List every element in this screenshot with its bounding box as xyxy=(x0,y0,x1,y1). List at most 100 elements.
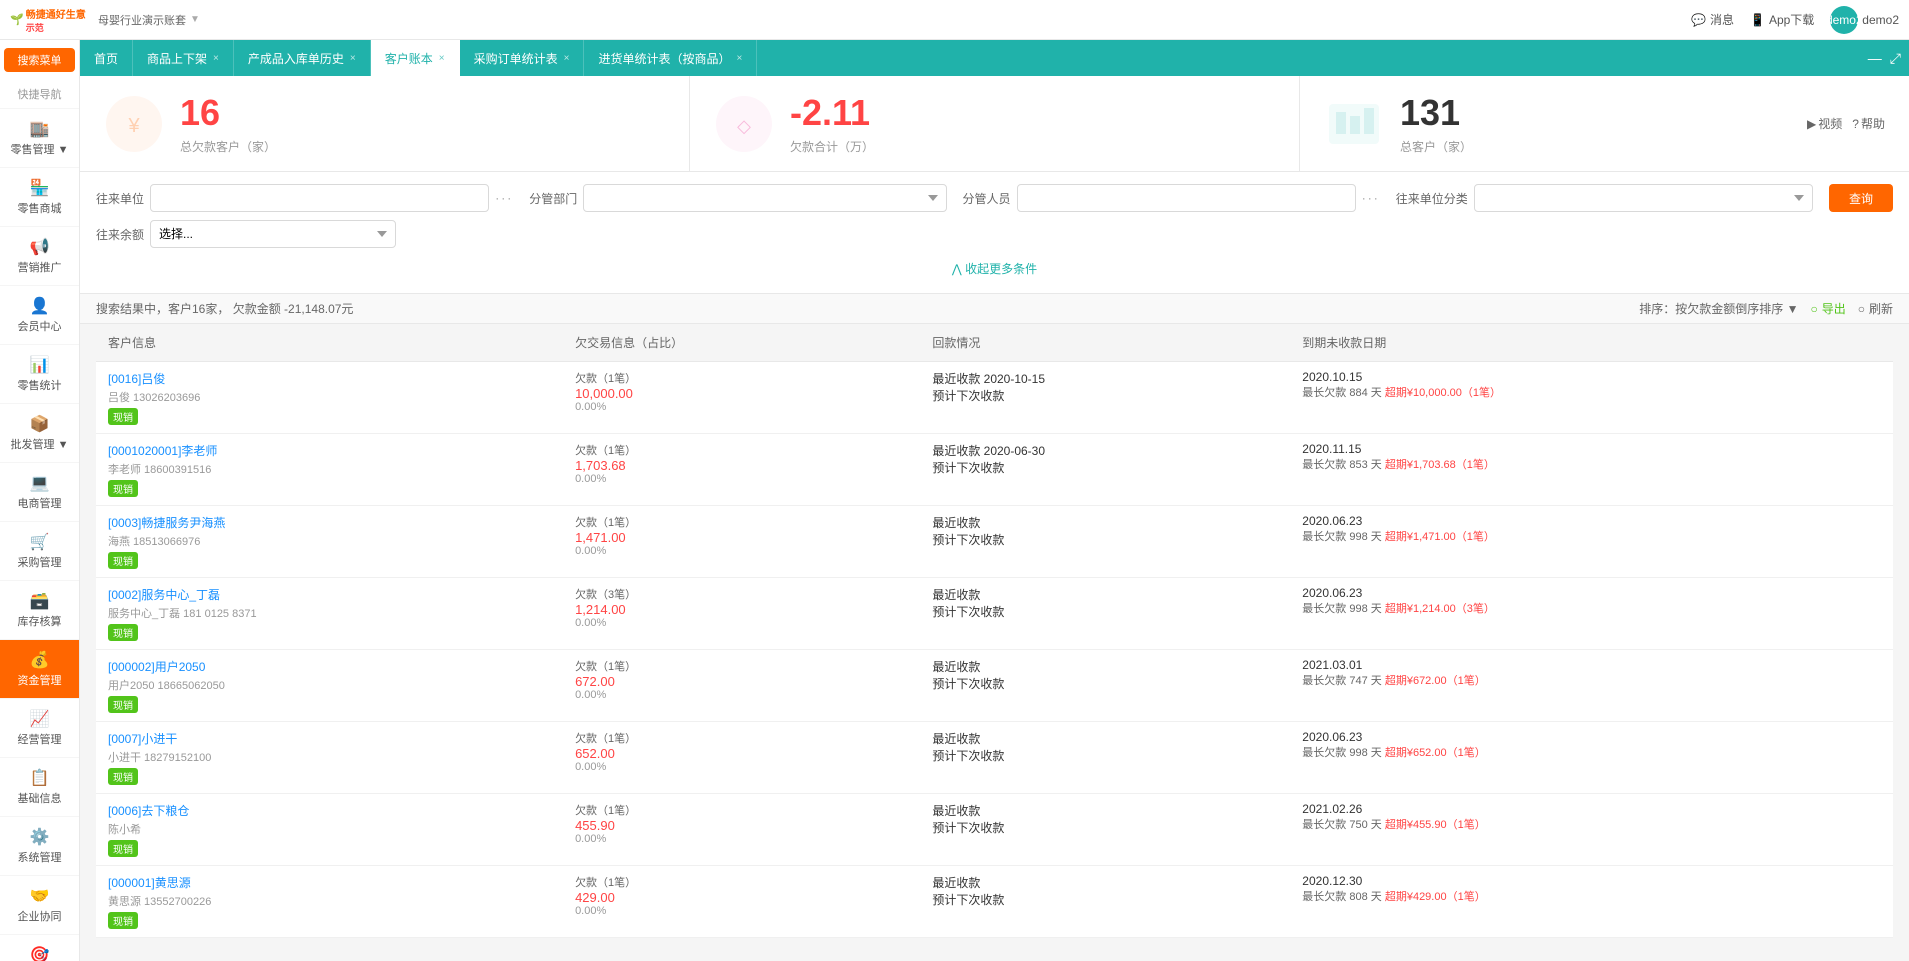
table-body: [0016]吕俊 吕俊 13026203696 现销 欠款（1笔） 10,000… xyxy=(96,362,1893,938)
tab-home[interactable]: 首页 xyxy=(80,40,133,76)
dropdown-icon[interactable]: ▼ xyxy=(190,14,200,25)
sys-mgmt-icon: ⚙️ xyxy=(4,827,75,847)
last-collection-3: 最近收款 xyxy=(932,586,1278,603)
tab-expand-icon[interactable]: ⤢ xyxy=(1890,50,1901,67)
sidebar-item-retail-store[interactable]: 🏪 零售商城 xyxy=(0,168,79,227)
overdue-link-5[interactable]: 超期¥652.00（1笔） xyxy=(1385,747,1486,759)
tab-close-icon[interactable]: × xyxy=(213,53,219,64)
last-collection-5: 最近收款 xyxy=(932,730,1278,747)
sidebar-item-purchase-mgmt[interactable]: 🛒 采购管理 xyxy=(0,522,79,581)
customer-name-4[interactable]: [000002]用户2050 xyxy=(108,658,551,675)
cell-due-date-1: 2020.11.15 最长欠款 853 天 超期¥1,703.68（1笔） xyxy=(1290,434,1893,506)
tab-stock-stat-by-product[interactable]: 进货单统计表（按商品） × xyxy=(584,40,757,76)
next-collection-4: 预计下次收款 xyxy=(932,675,1278,692)
cell-due-date-3: 2020.06.23 最长欠款 998 天 超期¥1,214.00（3笔） xyxy=(1290,578,1893,650)
customer-name-3[interactable]: [0002]服务中心_丁磊 xyxy=(108,586,551,603)
sidebar-item-corp-collab[interactable]: 🤝 企业协同 xyxy=(0,876,79,935)
stat-label-debt-customers: 总欠款客户（家） xyxy=(180,138,276,155)
sidebar-item-label: 批发管理 ▼ xyxy=(4,436,75,452)
last-collection-0: 最近收款 2020-10-15 xyxy=(932,370,1278,387)
sidebar-item-basic-info[interactable]: 📋 基础信息 xyxy=(0,758,79,817)
user-avatar-area[interactable]: demo2 demo2 xyxy=(1830,6,1899,34)
sidebar-item-label: 资金管理 xyxy=(4,672,75,688)
messages-label: 消息 xyxy=(1710,11,1734,28)
debt-amount-0[interactable]: 10,000.00 xyxy=(575,386,908,401)
sidebar-item-ecom-mgmt[interactable]: 💻 电商管理 xyxy=(0,463,79,522)
sidebar-item-retail-mgmt[interactable]: 🏬 零售管理 ▼ xyxy=(0,109,79,168)
export-btn[interactable]: ○ 导出 xyxy=(1810,300,1845,317)
sidebar-item-capital-mgmt[interactable]: 💰 资金管理 xyxy=(0,640,79,699)
customer-name-5[interactable]: [0007]小进干 xyxy=(108,730,551,747)
overdue-link-7[interactable]: 超期¥429.00（1笔） xyxy=(1385,891,1486,903)
col-debt-info: 欠交易信息（占比） xyxy=(563,324,920,362)
debt-customers-icon: ¥ xyxy=(104,94,164,154)
debt-amount-3[interactable]: 1,214.00 xyxy=(575,602,908,617)
tab-close-icon[interactable]: × xyxy=(564,53,570,64)
help-btn[interactable]: ? 帮助 xyxy=(1852,115,1885,132)
sort-dropdown-icon[interactable]: ▼ xyxy=(1787,302,1799,316)
debt-amount-1[interactable]: 1,703.68 xyxy=(575,458,908,473)
customer-name-2[interactable]: [0003]畅捷服务尹海燕 xyxy=(108,514,551,531)
overdue-link-2[interactable]: 超期¥1,471.00（1笔） xyxy=(1385,531,1495,543)
sidebar-item-retail-stat[interactable]: 📊 零售统计 xyxy=(0,345,79,404)
debt-amount-2[interactable]: 1,471.00 xyxy=(575,530,908,545)
tab-purchase-order-stat[interactable]: 采购订单统计表 × xyxy=(460,40,585,76)
cell-due-date-4: 2021.03.01 最长欠款 747 天 超期¥672.00（1笔） xyxy=(1290,650,1893,722)
sidebar-item-guide[interactable]: 🎯 新手引导 xyxy=(0,935,79,961)
overdue-days-1: 最长欠款 853 天 超期¥1,703.68（1笔） xyxy=(1302,456,1881,472)
overdue-link-6[interactable]: 超期¥455.90（1笔） xyxy=(1385,819,1486,831)
from-unit-more-icon[interactable]: ··· xyxy=(495,191,513,205)
unit-class-select[interactable] xyxy=(1474,184,1813,212)
overdue-link-3[interactable]: 超期¥1,214.00（3笔） xyxy=(1385,603,1495,615)
customer-name-7[interactable]: [000001]黄思源 xyxy=(108,874,551,891)
table-row: [0003]畅捷服务尹海燕 海燕 18513066976 现销 欠款（1笔） 1… xyxy=(96,506,1893,578)
refresh-btn[interactable]: ○ 刷新 xyxy=(1858,300,1893,317)
sidebar-item-quick-nav[interactable]: 快捷导航 xyxy=(0,80,79,109)
sidebar-item-marketing[interactable]: 📢 营销推广 xyxy=(0,227,79,286)
view-video-btn[interactable]: ▶ 视频 xyxy=(1807,115,1842,132)
logo-text: 畅捷通好生意示范 xyxy=(26,6,86,34)
tab-minimize-icon[interactable]: — xyxy=(1868,50,1882,66)
overdue-link-4[interactable]: 超期¥672.00（1笔） xyxy=(1385,675,1486,687)
search-btn[interactable]: 查询 xyxy=(1829,184,1893,212)
tab-close-icon[interactable]: × xyxy=(736,53,742,64)
dept-select[interactable] xyxy=(583,184,946,212)
sidebar-item-label: 采购管理 xyxy=(4,554,75,570)
debt-ratio-3: 0.00% xyxy=(575,617,908,629)
debt-amount-7[interactable]: 429.00 xyxy=(575,890,908,905)
unit-class-label: 往来单位分类 xyxy=(1396,190,1468,207)
debt-amount-4[interactable]: 672.00 xyxy=(575,674,908,689)
debt-amount-5[interactable]: 652.00 xyxy=(575,746,908,761)
balance-select[interactable]: 选择... xyxy=(150,220,396,248)
sidebar-item-biz-mgmt[interactable]: 📈 经营管理 xyxy=(0,699,79,758)
app-download-btn[interactable]: 📱 App下载 xyxy=(1750,11,1814,28)
tab-close-icon[interactable]: × xyxy=(350,53,356,64)
top-bar: 🌱 畅捷通好生意示范 母婴行业演示账套 ▼ 💬 消息 📱 App下载 demo2… xyxy=(0,0,1909,40)
collapse-filter-btn[interactable]: ⋀ 收起更多条件 xyxy=(96,256,1893,281)
from-unit-input[interactable] xyxy=(150,184,489,212)
overdue-link-1[interactable]: 超期¥1,703.68（1笔） xyxy=(1385,459,1495,471)
customer-name-1[interactable]: [0001020001]李老师 xyxy=(108,442,551,459)
customer-name-0[interactable]: [0016]吕俊 xyxy=(108,370,551,387)
stat-value-debt-amount: -2.11 xyxy=(790,92,874,134)
messages-btn[interactable]: 💬 消息 xyxy=(1691,11,1734,28)
tab-close-icon[interactable]: × xyxy=(439,53,445,64)
overdue-link-0[interactable]: 超期¥10,000.00（1笔） xyxy=(1385,387,1501,399)
sidebar-item-inventory[interactable]: 🗃️ 库存核算 xyxy=(0,581,79,640)
sidebar-item-sys-mgmt[interactable]: ⚙️ 系统管理 xyxy=(0,817,79,876)
debt-count-1: 欠款（1笔） xyxy=(575,442,908,458)
sidebar-item-label: 企业协同 xyxy=(4,908,75,924)
person-more-icon[interactable]: ··· xyxy=(1362,191,1380,205)
sidebar-item-member[interactable]: 👤 会员中心 xyxy=(0,286,79,345)
result-text: 搜索结果中，客户16家 xyxy=(96,302,217,316)
sidebar-item-batch-mgmt[interactable]: 📦 批发管理 ▼ xyxy=(0,404,79,463)
tab-stock-history[interactable]: 产成品入库单历史 × xyxy=(234,40,371,76)
search-menu-btn[interactable]: 搜索菜单 xyxy=(4,48,75,72)
tab-customer-account[interactable]: 客户账本 × xyxy=(371,40,460,76)
customer-name-6[interactable]: [0006]去下粮仓 xyxy=(108,802,551,819)
ecom-icon: 💻 xyxy=(4,473,75,493)
next-collection-7: 预计下次收款 xyxy=(932,891,1278,908)
tab-product-listing[interactable]: 商品上下架 × xyxy=(133,40,234,76)
debt-amount-6[interactable]: 455.90 xyxy=(575,818,908,833)
person-input[interactable] xyxy=(1017,184,1356,212)
